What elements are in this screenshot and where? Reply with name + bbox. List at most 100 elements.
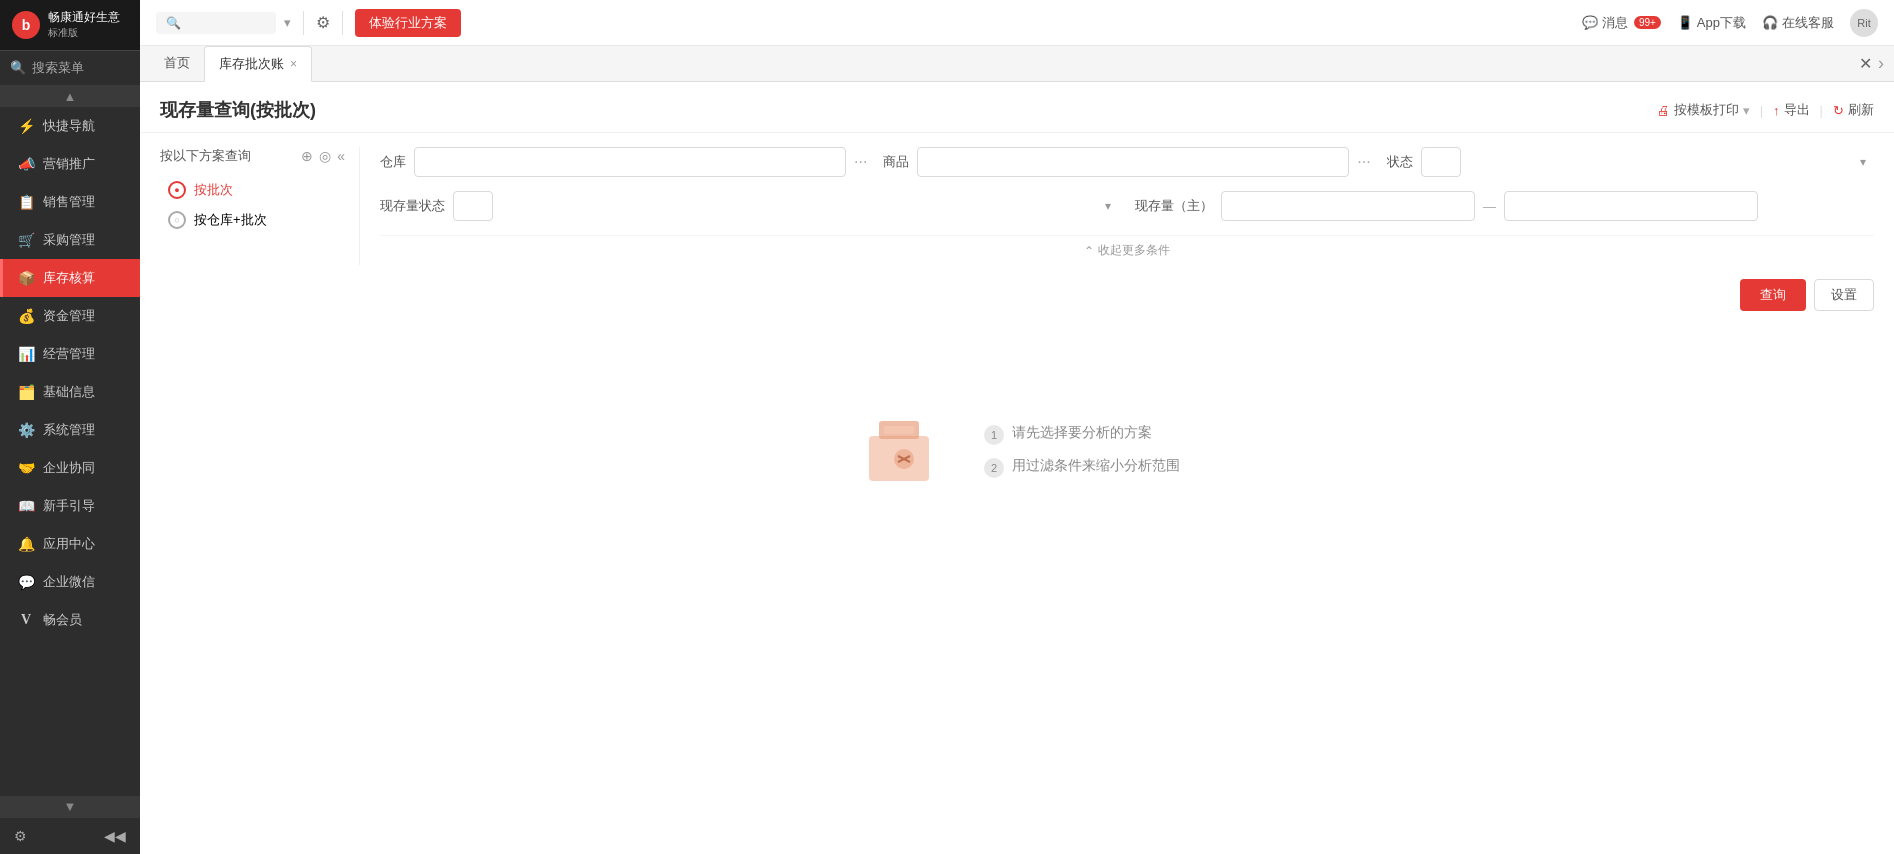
filter-scheme-icons: ⊕ ◎ « — [301, 148, 345, 164]
inventory-qty-max-input[interactable] — [1504, 191, 1758, 221]
tab-close-icon[interactable]: × — [290, 57, 297, 71]
sidebar-item-system[interactable]: ⚙️ 系统管理 — [0, 411, 140, 449]
messages-item[interactable]: 💬 消息 99+ — [1582, 14, 1661, 32]
refresh-icon: ↻ — [1833, 103, 1844, 118]
tip-num-2: 2 — [984, 458, 1004, 478]
print-dropdown-icon[interactable]: ▾ — [1743, 103, 1750, 118]
sidebar-item-enterprise[interactable]: 🤝 企业协同 — [0, 449, 140, 487]
header-right: 💬 消息 99+ 📱 App下载 🎧 在线客服 Rit — [1582, 9, 1878, 37]
user-item[interactable]: Rit — [1850, 9, 1878, 37]
scheme-batch-label: 按批次 — [194, 181, 233, 199]
settings-button[interactable]: 设置 — [1814, 279, 1874, 311]
inventory-qty-min-input[interactable] — [1221, 191, 1475, 221]
basic-icon: 🗂️ — [17, 384, 35, 400]
filter-row-2: 现存量状态 现存量（主） — — [380, 191, 1874, 221]
app-download-label: App下载 — [1697, 14, 1746, 32]
sidebar-item-quick-nav[interactable]: ⚡ 快捷导航 — [0, 107, 140, 145]
main-area: 🔍 ▾ ⚙ 体验行业方案 💬 消息 99+ 📱 App下载 🎧 在线客服 Ri — [140, 0, 1894, 854]
sidebar-item-label: 营销推广 — [43, 155, 95, 173]
product-input[interactable] — [917, 147, 1349, 177]
operations-icon: 📊 — [17, 346, 35, 362]
refresh-button[interactable]: ↻ 刷新 — [1833, 101, 1874, 119]
tab-home[interactable]: 首页 — [150, 46, 204, 82]
empty-tip-1: 1 请先选择要分析的方案 — [984, 424, 1180, 445]
sidebar-item-label: 经营管理 — [43, 345, 95, 363]
sidebar-item-sales[interactable]: 📋 销售管理 — [0, 183, 140, 221]
filter-row-1: 仓库 ··· 商品 ··· 状态 — [380, 147, 1874, 177]
print-button[interactable]: 🖨 按模板打印 ▾ — [1657, 101, 1750, 119]
app-version: 标准版 — [48, 26, 120, 40]
header-search-icon: 🔍 — [166, 16, 181, 30]
product-field: 商品 ··· — [883, 147, 1370, 177]
page-actions: 🖨 按模板打印 ▾ | ↑ 导出 | ↻ 刷新 — [1657, 101, 1874, 119]
product-more-icon[interactable]: ··· — [1357, 153, 1370, 171]
scheme-warehouse-batch-icon: ○ — [168, 211, 186, 229]
scheme-settings-icon[interactable]: ◎ — [319, 148, 331, 164]
status-select-wrap — [1421, 147, 1874, 177]
sidebar-item-member[interactable]: V 畅会员 — [0, 601, 140, 639]
sidebar-scroll-down[interactable]: ▼ — [0, 796, 140, 817]
export-icon: ↑ — [1773, 103, 1780, 118]
search-menu[interactable]: 🔍 搜索菜单 — [0, 51, 140, 86]
sidebar-item-operations[interactable]: 📊 经营管理 — [0, 335, 140, 373]
status-select[interactable] — [1421, 147, 1461, 177]
tab-label: 库存批次账 — [219, 55, 284, 73]
headset-icon: 🎧 — [1762, 15, 1778, 30]
sidebar-item-finance[interactable]: 💰 资金管理 — [0, 297, 140, 335]
sidebar-item-inventory[interactable]: 📦 库存核算 — [0, 259, 140, 297]
experience-button[interactable]: 体验行业方案 — [355, 9, 461, 37]
content-area: 现存量查询(按批次) 🖨 按模板打印 ▾ | ↑ 导出 | ↻ — [140, 82, 1894, 854]
sidebar-scroll-up[interactable]: ▲ — [0, 86, 140, 107]
enterprise-icon: 🤝 — [17, 460, 35, 476]
collapse-more-btn[interactable]: ⌃ 收起更多条件 — [380, 235, 1874, 265]
warehouse-input[interactable] — [414, 147, 846, 177]
sidebar-item-newbie[interactable]: 📖 新手引导 — [0, 487, 140, 525]
user-name: Rit — [1857, 17, 1870, 29]
header-search[interactable]: 🔍 — [156, 12, 276, 34]
sidebar-bottom: ⚙ ◀◀ — [0, 817, 140, 854]
collapse-scheme-icon[interactable]: « — [337, 148, 345, 164]
add-scheme-icon[interactable]: ⊕ — [301, 148, 313, 164]
app-download-item[interactable]: 📱 App下载 — [1677, 14, 1746, 32]
scheme-batch-icon: ● — [168, 181, 186, 199]
tip-num-1: 1 — [984, 425, 1004, 445]
messages-icon: 💬 — [1582, 15, 1598, 30]
header-gear-icon[interactable]: ⚙ — [316, 13, 330, 32]
tip-text-2: 用过滤条件来缩小分析范围 — [1012, 457, 1180, 475]
empty-tip-2: 2 用过滤条件来缩小分析范围 — [984, 457, 1180, 478]
warehouse-label: 仓库 — [380, 153, 406, 171]
collapse-label: 收起更多条件 — [1098, 242, 1170, 259]
empty-tips: 1 请先选择要分析的方案 2 用过滤条件来缩小分析范围 — [984, 424, 1180, 478]
panel-chevron-icon[interactable]: › — [1878, 53, 1884, 74]
query-button[interactable]: 查询 — [1740, 279, 1806, 311]
sidebar-item-purchase[interactable]: 🛒 采购管理 — [0, 221, 140, 259]
scheme-batch[interactable]: ● 按批次 — [160, 175, 345, 205]
apps-icon: 🔔 — [17, 536, 35, 552]
online-service-item[interactable]: 🎧 在线客服 — [1762, 14, 1834, 32]
collapse-sidebar-icon[interactable]: ◀◀ — [104, 828, 126, 844]
panel-close-icon[interactable]: ✕ — [1859, 54, 1872, 73]
warehouse-more-icon[interactable]: ··· — [854, 153, 867, 171]
newbie-icon: 📖 — [17, 498, 35, 514]
sidebar-item-apps[interactable]: 🔔 应用中心 — [0, 525, 140, 563]
sidebar-item-label: 库存核算 — [43, 269, 95, 287]
status-label: 状态 — [1387, 153, 1413, 171]
sidebar-header: b 畅康通好生意 标准版 — [0, 0, 140, 51]
settings-icon[interactable]: ⚙ — [14, 828, 27, 844]
sidebar-item-label: 企业微信 — [43, 573, 95, 591]
header-dropdown-icon[interactable]: ▾ — [284, 15, 291, 30]
tab-inventory-batch[interactable]: 库存批次账 × — [204, 46, 312, 82]
content-panel: 现存量查询(按批次) 🖨 按模板打印 ▾ | ↑ 导出 | ↻ — [140, 82, 1894, 854]
sidebar-item-wechat[interactable]: 💬 企业微信 — [0, 563, 140, 601]
scheme-warehouse-batch[interactable]: ○ 按仓库+批次 — [160, 205, 345, 235]
sidebar-item-marketing[interactable]: 📣 营销推广 — [0, 145, 140, 183]
sidebar-item-basic[interactable]: 🗂️ 基础信息 — [0, 373, 140, 411]
header-divider2 — [342, 11, 343, 35]
inventory-qty-label: 现存量（主） — [1135, 197, 1213, 215]
company-name: 畅康通好生意 — [48, 10, 120, 26]
wechat-icon: 💬 — [17, 574, 35, 590]
inventory-qty-field: 现存量（主） — — [1135, 191, 1874, 221]
inventory-status-select[interactable] — [453, 191, 493, 221]
export-button[interactable]: ↑ 导出 — [1773, 101, 1810, 119]
warehouse-field: 仓库 ··· — [380, 147, 867, 177]
